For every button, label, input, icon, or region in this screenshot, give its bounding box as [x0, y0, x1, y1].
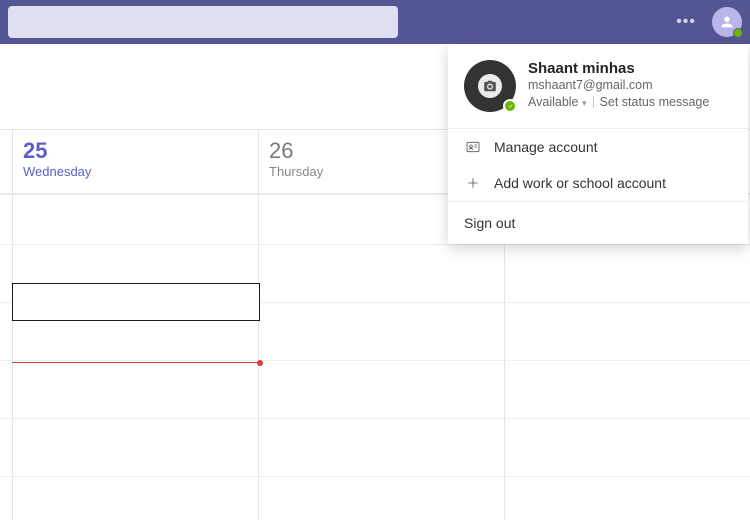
menu-item-label: Add work or school account: [494, 175, 666, 191]
day-date: 25: [23, 138, 248, 164]
add-account-item[interactable]: Add work or school account: [448, 165, 748, 201]
account-menu: Shaant minhas mshaant7@gmail.com Availab…: [448, 44, 748, 244]
camera-icon: [478, 74, 502, 98]
plus-icon: [464, 174, 482, 192]
day-name: Wednesday: [23, 164, 248, 179]
set-status-message-link[interactable]: Set status message: [600, 95, 710, 109]
divider: [593, 96, 594, 108]
more-options-button[interactable]: •••: [672, 9, 700, 35]
profile-picture[interactable]: [464, 60, 516, 112]
presence-available-icon: [503, 99, 517, 113]
selected-time-slot[interactable]: [12, 283, 260, 321]
person-icon: [719, 14, 735, 30]
menu-item-label: Manage account: [494, 139, 598, 155]
manage-account-item[interactable]: Manage account: [448, 129, 748, 165]
current-time-indicator: [12, 362, 260, 363]
search-input[interactable]: [8, 6, 398, 38]
menu-item-label: Sign out: [464, 215, 515, 231]
chevron-down-icon: ▾: [582, 98, 587, 108]
status-dropdown[interactable]: Available ▾: [528, 95, 587, 109]
profile-email: mshaant7@gmail.com: [528, 78, 709, 92]
profile-avatar[interactable]: [712, 7, 742, 37]
profile-section: Shaant minhas mshaant7@gmail.com Availab…: [448, 44, 748, 129]
profile-name: Shaant minhas: [528, 60, 709, 77]
title-bar: •••: [0, 0, 750, 44]
presence-available-icon: [733, 28, 743, 38]
day-header-today[interactable]: 25 Wednesday: [12, 130, 258, 193]
sign-out-item[interactable]: Sign out: [448, 202, 748, 244]
id-card-icon: [464, 138, 482, 156]
grid-column[interactable]: [12, 194, 258, 520]
